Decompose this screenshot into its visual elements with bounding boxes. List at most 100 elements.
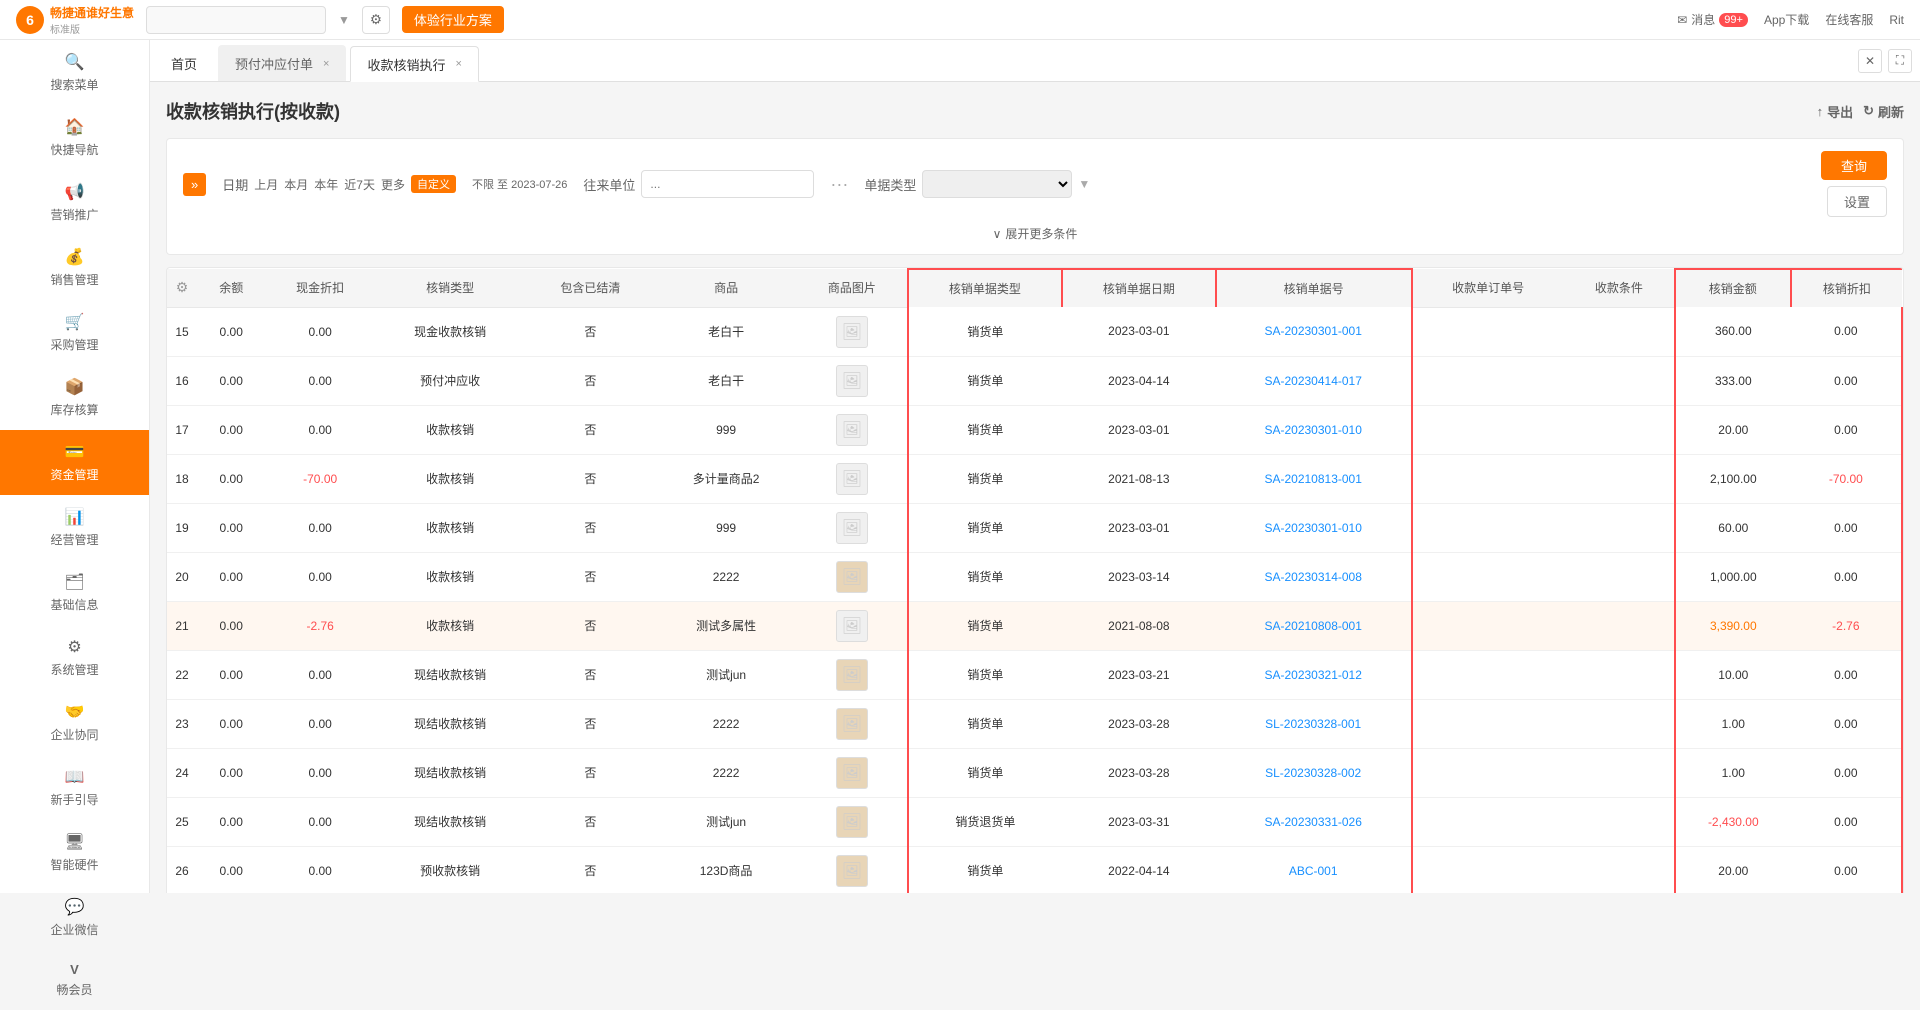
tab-collection[interactable]: 收款核销执行 × [350, 46, 478, 82]
column-settings-icon[interactable]: ⚙ [176, 279, 189, 295]
td-include-settled: 否 [525, 454, 655, 503]
td-bill-report-date: 2023-04-14 [1062, 356, 1216, 405]
tab-fullscreen-button[interactable]: ⛶ [1888, 49, 1912, 73]
td-cancel-amount: 1,000.00 [1675, 552, 1791, 601]
td-row-no: 18 [167, 454, 197, 503]
sidebar-item-business[interactable]: 📊 经营管理 [0, 495, 149, 560]
tab-collection-close[interactable]: × [455, 58, 461, 70]
bill-report-link[interactable]: ABC-001 [1289, 864, 1338, 878]
bill-report-link[interactable]: SA-20230331-026 [1264, 815, 1361, 829]
td-collection-order-no [1412, 552, 1564, 601]
sidebar-item-marketing[interactable]: 📢 营销推广 [0, 170, 149, 235]
td-collection-order-no [1412, 748, 1564, 797]
bill-report-link[interactable]: SA-20230414-017 [1264, 374, 1361, 388]
sidebar-item-quick-nav[interactable]: 🏠 快捷导航 [0, 105, 149, 170]
td-payment-terms [1564, 699, 1675, 748]
bill-report-link[interactable]: SA-20230314-008 [1264, 570, 1361, 584]
sidebar-item-inventory[interactable]: 📦 库存核算 [0, 365, 149, 430]
sidebar-item-cooperation[interactable]: 🤝 企业协同 [0, 690, 149, 755]
tab-prepay[interactable]: 预付冲应付单 × [218, 45, 346, 81]
td-cancel-discount: -2.76 [1791, 601, 1902, 650]
sidebar-item-sales[interactable]: 💰 销售管理 [0, 235, 149, 300]
td-cancel-discount: 0.00 [1791, 797, 1902, 846]
inventory-icon: 📦 [65, 377, 85, 397]
message-area[interactable]: ✉ 消息 99+ [1677, 11, 1748, 28]
td-remainder: 0.00 [197, 405, 265, 454]
date-link-more[interactable]: 更多 [381, 176, 405, 193]
sidebar-item-basic[interactable]: 🗂 基础信息 [0, 560, 149, 625]
td-cancel-amount: 1.00 [1675, 748, 1791, 797]
settings-button[interactable]: 设置 [1827, 186, 1887, 217]
expand-more-conditions[interactable]: ∨ 展开更多条件 [183, 225, 1887, 242]
td-cancel-amount: 3,390.00 [1675, 601, 1791, 650]
td-cancel-discount: 0.00 [1791, 748, 1902, 797]
td-include-settled: 否 [525, 356, 655, 405]
sidebar-item-search-menu[interactable]: 🔍 搜索菜单 [0, 40, 149, 105]
expand-left-btn[interactable]: » [183, 173, 206, 196]
bill-report-link[interactable]: SA-20230301-010 [1264, 521, 1361, 535]
refresh-button[interactable]: ↻ 刷新 [1863, 102, 1904, 121]
th-bill-report-type: 核销单据类型 [908, 269, 1062, 307]
td-bill-report-no: SA-20230414-017 [1216, 356, 1412, 405]
bill-report-link[interactable]: SA-20230301-010 [1264, 423, 1361, 437]
purchase-icon: 🛒 [65, 312, 85, 332]
date-link-last-month[interactable]: 上月 [254, 176, 278, 193]
query-button[interactable]: 查询 [1821, 151, 1887, 180]
td-include-settled: 否 [525, 797, 655, 846]
export-button[interactable]: ↑ 导出 [1817, 102, 1854, 121]
td-bill-report-date: 2022-04-14 [1062, 846, 1216, 893]
product-image: 🖼 [836, 806, 868, 838]
sidebar-item-member[interactable]: V 畅会员 [0, 950, 149, 1010]
td-cancel-discount: 0.00 [1791, 650, 1902, 699]
td-remainder: 0.00 [197, 307, 265, 356]
sidebar-item-guide[interactable]: 📖 新手引导 [0, 755, 149, 820]
bill-report-link[interactable]: SA-20210808-001 [1264, 619, 1361, 633]
search-input[interactable] [146, 6, 326, 34]
partner-input[interactable] [641, 170, 814, 198]
member-icon: V [70, 962, 79, 977]
td-cash-discount: 0.00 [265, 846, 374, 893]
sidebar-item-purchase[interactable]: 🛒 采购管理 [0, 300, 149, 365]
th-cancel-discount: 核销折扣 [1791, 269, 1902, 307]
bill-report-link[interactable]: SL-20230328-002 [1265, 766, 1361, 780]
td-row-no: 15 [167, 307, 197, 356]
td-cash-discount: 0.00 [265, 650, 374, 699]
date-link-custom[interactable]: 自定义 [411, 175, 456, 193]
td-product: 2222 [655, 699, 796, 748]
td-collection-order-no [1412, 601, 1564, 650]
td-product-img: 🖼 [797, 307, 908, 356]
sidebar-item-wechat[interactable]: 💬 企业微信 [0, 885, 149, 950]
tab-home[interactable]: 首页 [154, 45, 214, 81]
sidebar-item-label: 库存核算 [50, 401, 98, 418]
tab-home-label: 首页 [171, 54, 197, 73]
td-payment-terms [1564, 797, 1675, 846]
bill-report-link[interactable]: SA-20210813-001 [1264, 472, 1361, 486]
td-include-settled: 否 [525, 552, 655, 601]
date-link-this-month[interactable]: 本月 [284, 176, 308, 193]
table-container: ⚙ 余额 现金折扣 核销类型 包含已结清 商品 商品图片 核销单据类型 核销单据… [166, 267, 1904, 893]
th-settings: ⚙ [167, 269, 197, 307]
td-cancel-amount: 60.00 [1675, 503, 1791, 552]
sidebar-item-hardware[interactable]: 🖥 智能硬件 [0, 820, 149, 885]
solution-button[interactable]: 体验行业方案 [402, 6, 504, 33]
sidebar-item-finance[interactable]: 💳 资金管理 [0, 430, 149, 495]
bill-report-link[interactable]: SA-20230301-001 [1264, 324, 1361, 338]
bill-report-link[interactable]: SL-20230328-001 [1265, 717, 1361, 731]
online-service[interactable]: 在线客服 [1825, 11, 1873, 28]
bill-report-link[interactable]: SA-20230321-012 [1264, 668, 1361, 682]
bill-type-select[interactable] [922, 170, 1072, 198]
tab-prepay-close[interactable]: × [323, 58, 329, 70]
app-download[interactable]: App下载 [1764, 11, 1809, 28]
gear-button[interactable]: ⚙ [362, 6, 390, 34]
tab-close-button[interactable]: ✕ [1858, 49, 1882, 73]
td-row-no: 21 [167, 601, 197, 650]
td-row-no: 19 [167, 503, 197, 552]
th-cancel-type: 核销类型 [375, 269, 526, 307]
sidebar-item-label: 智能硬件 [50, 856, 98, 873]
date-link-7days[interactable]: 近7天 [344, 176, 375, 193]
table-row: 16 0.00 0.00 预付冲应收 否 老白干 🖼 销货单 2023-04-1… [167, 356, 1902, 405]
date-link-this-year[interactable]: 本年 [314, 176, 338, 193]
sidebar-item-system[interactable]: ⚙ 系统管理 [0, 625, 149, 690]
td-bill-report-no: SA-20230331-026 [1216, 797, 1412, 846]
td-bill-report-type: 销货单 [908, 356, 1062, 405]
